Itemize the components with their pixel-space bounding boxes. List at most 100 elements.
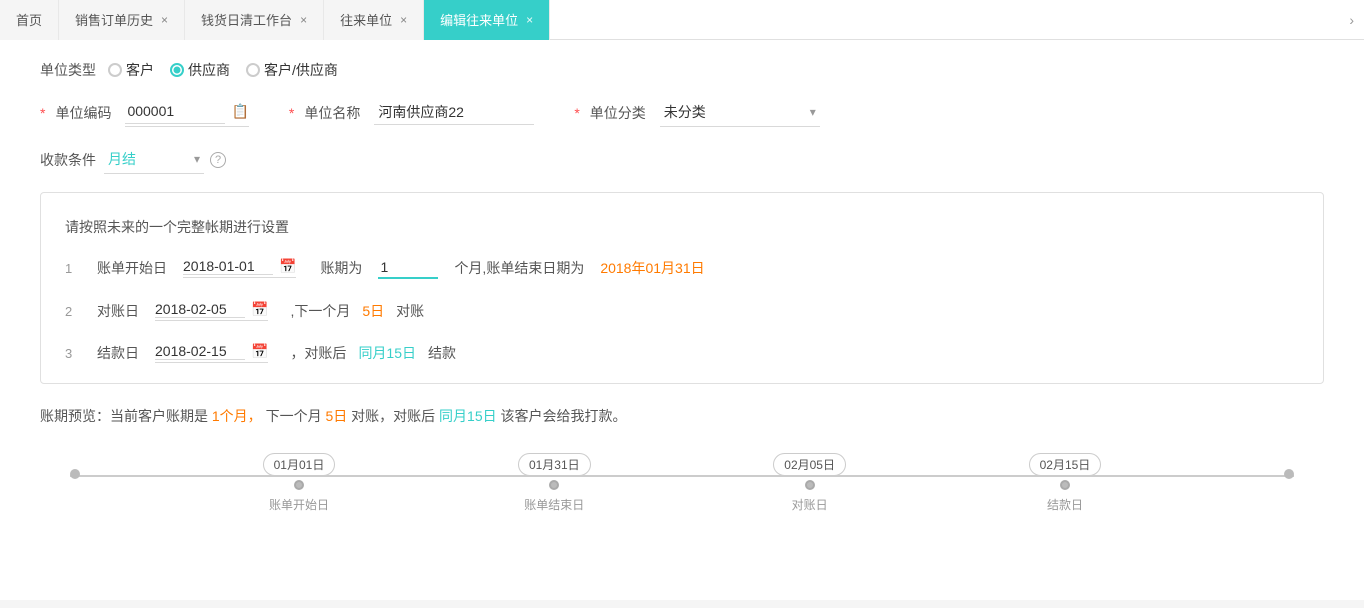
preview-part2: 下一个月: [266, 408, 322, 424]
unit-name-group: * 单位名称: [289, 100, 534, 125]
radio-both[interactable]: 客户/供应商: [246, 60, 338, 80]
period-suffix-1: 账期为: [320, 258, 362, 278]
timeline-node-4: [1060, 480, 1070, 490]
chevron-down-icon2: ▾: [194, 152, 200, 166]
tabs-bar: 首页 销售订单历史 × 钱货日清工作台 × 往来单位 × 编辑往来单位 × ›: [0, 0, 1364, 40]
period-num-3: 3: [65, 346, 85, 361]
timeline-points: 01月01日 账单开始日 01月31日 账单结束日 02月05日 对账日: [70, 453, 1294, 513]
required-star2: *: [289, 105, 294, 121]
timeline-badge-3: 02月05日: [773, 453, 846, 476]
timeline-label-3: 对账日: [792, 496, 828, 513]
close-icon[interactable]: ×: [300, 13, 307, 27]
tab-arrow[interactable]: ›: [1339, 12, 1364, 28]
tab-cash-workbench[interactable]: 钱货日清工作台 ×: [185, 0, 324, 40]
radio-circle-supplier: [170, 63, 184, 77]
unit-fields-row: * 单位编码 📋 * 单位名称 * 单位分类 未分类 ▾: [40, 98, 1324, 127]
timeline-point-2: 01月31日 账单结束日: [518, 453, 591, 513]
calendar-icon-2[interactable]: 📅: [251, 301, 268, 318]
months-unit-label: 个月,账单结束日期为: [454, 258, 584, 278]
period-suffix-2a: ,下一个月: [290, 301, 350, 321]
radio-circle-both: [246, 63, 260, 77]
unit-code-group: * 单位编码 📋: [40, 99, 249, 127]
period-suffix-3c: 结款: [428, 343, 456, 363]
required-star3: *: [574, 105, 579, 121]
tab-edit-partner-label: 编辑往来单位: [440, 10, 518, 29]
unit-type-label: 单位类型: [40, 60, 96, 80]
tab-partner-units-label: 往来单位: [340, 10, 392, 29]
preview-part3-highlight: 同月15日: [439, 408, 497, 424]
period-suffix-3b: 同月15日: [358, 343, 416, 363]
timeline: 01月01日 账单开始日 01月31日 账单结束日 02月05日 对账日: [40, 453, 1324, 513]
timeline-label-4: 结款日: [1047, 496, 1083, 513]
payment-condition-select[interactable]: 月结 ▾: [104, 145, 204, 174]
help-question-mark: ?: [215, 154, 221, 166]
timeline-label-1: 账单开始日: [269, 496, 329, 513]
radio-customer-label: 客户: [126, 60, 154, 80]
unit-type-row: 单位类型 客户 供应商 客户/供应商: [40, 60, 1324, 80]
radio-circle-customer: [108, 63, 122, 77]
tab-home[interactable]: 首页: [0, 0, 59, 40]
close-icon[interactable]: ×: [400, 13, 407, 27]
tab-sales-history-label: 销售订单历史: [75, 10, 153, 29]
payment-condition-value: 月结: [108, 149, 188, 169]
period-date-3: 📅: [155, 343, 268, 363]
radio-group: 客户 供应商 客户/供应商: [108, 60, 338, 80]
tab-cash-workbench-label: 钱货日清工作台: [201, 10, 292, 29]
preview-prefix: 账期预览：当前客户账期是: [40, 408, 208, 424]
payment-condition-row: 收款条件 月结 ▾ ?: [40, 145, 1324, 174]
timeline-badge-2: 01月31日: [518, 453, 591, 476]
page-content: 单位类型 客户 供应商 客户/供应商 * 单位编码 📋: [0, 40, 1364, 600]
preview-row: 账期预览：当前客户账期是 1个月， 下一个月 5日 对账，对账后 同月15日 该…: [40, 404, 1324, 513]
timeline-badge-1: 01月01日: [263, 453, 336, 476]
period-date-2: 📅: [155, 301, 268, 321]
unit-code-input[interactable]: [125, 99, 225, 124]
period-suffix-2c: 对账: [396, 301, 424, 321]
tab-sales-history[interactable]: 销售订单历史 ×: [59, 0, 185, 40]
period-date-input-3[interactable]: [155, 343, 245, 360]
radio-supplier-label: 供应商: [188, 60, 230, 80]
tab-home-label: 首页: [16, 10, 42, 29]
calendar-icon-3[interactable]: 📅: [251, 343, 268, 360]
timeline-end-dot: [1284, 453, 1294, 479]
preview-part2-highlight: 5日: [325, 408, 347, 424]
end-dot-shape: [1284, 469, 1294, 479]
unit-category-label: 单位分类: [590, 103, 646, 123]
timeline-node-1: [294, 480, 304, 490]
unit-name-input[interactable]: [374, 100, 534, 125]
period-num-1: 1: [65, 261, 85, 276]
end-date-highlight: 2018年01月31日: [600, 258, 704, 278]
period-row-1: 1 账单开始日 📅 账期为 个月,账单结束日期为 2018年01月31日: [65, 257, 1299, 279]
period-date-input-2[interactable]: [155, 301, 245, 318]
timeline-point-3: 02月05日 对账日: [773, 453, 846, 513]
period-date-input-1[interactable]: [183, 258, 273, 275]
period-num-2: 2: [65, 304, 85, 319]
period-row-3: 3 结款日 📅 ，对账后 同月15日 结款: [65, 343, 1299, 363]
unit-category-group: * 单位分类 未分类 ▾: [574, 98, 819, 127]
radio-both-label: 客户/供应商: [264, 60, 338, 80]
preview-part3: 对账，对账后: [351, 408, 435, 424]
copy-icon[interactable]: 📋: [231, 103, 248, 120]
timeline-node-2: [549, 480, 559, 490]
preview-part1-highlight: 1个月，: [212, 408, 262, 424]
period-field-label-1: 账单开始日: [97, 258, 167, 278]
radio-supplier[interactable]: 供应商: [170, 60, 230, 80]
tab-edit-partner[interactable]: 编辑往来单位 ×: [424, 0, 550, 40]
help-icon[interactable]: ?: [210, 152, 226, 168]
close-icon[interactable]: ×: [526, 13, 533, 27]
period-suffix-3a: ，对账后: [290, 343, 346, 363]
period-field-label-2: 对账日: [97, 301, 139, 321]
tab-partner-units[interactable]: 往来单位 ×: [324, 0, 424, 40]
months-input[interactable]: [378, 257, 438, 279]
preview-part4: 该客户会给我打款。: [501, 408, 627, 424]
chevron-down-icon: ▾: [810, 105, 816, 119]
preview-text: 账期预览：当前客户账期是 1个月， 下一个月 5日 对账，对账后 同月15日 该…: [40, 404, 1324, 429]
payment-condition-label: 收款条件: [40, 150, 96, 170]
radio-customer[interactable]: 客户: [108, 60, 154, 80]
unit-code-label: 单位编码: [55, 103, 111, 123]
unit-category-select[interactable]: 未分类 ▾: [660, 98, 820, 127]
period-section: 请按照未来的一个完整帐期进行设置 1 账单开始日 📅 账期为 个月,账单结束日期…: [40, 192, 1324, 384]
timeline-label-2: 账单结束日: [524, 496, 584, 513]
calendar-icon-1[interactable]: 📅: [279, 258, 296, 275]
period-row-2: 2 对账日 📅 ,下一个月 5日 对账: [65, 301, 1299, 321]
close-icon[interactable]: ×: [161, 13, 168, 27]
